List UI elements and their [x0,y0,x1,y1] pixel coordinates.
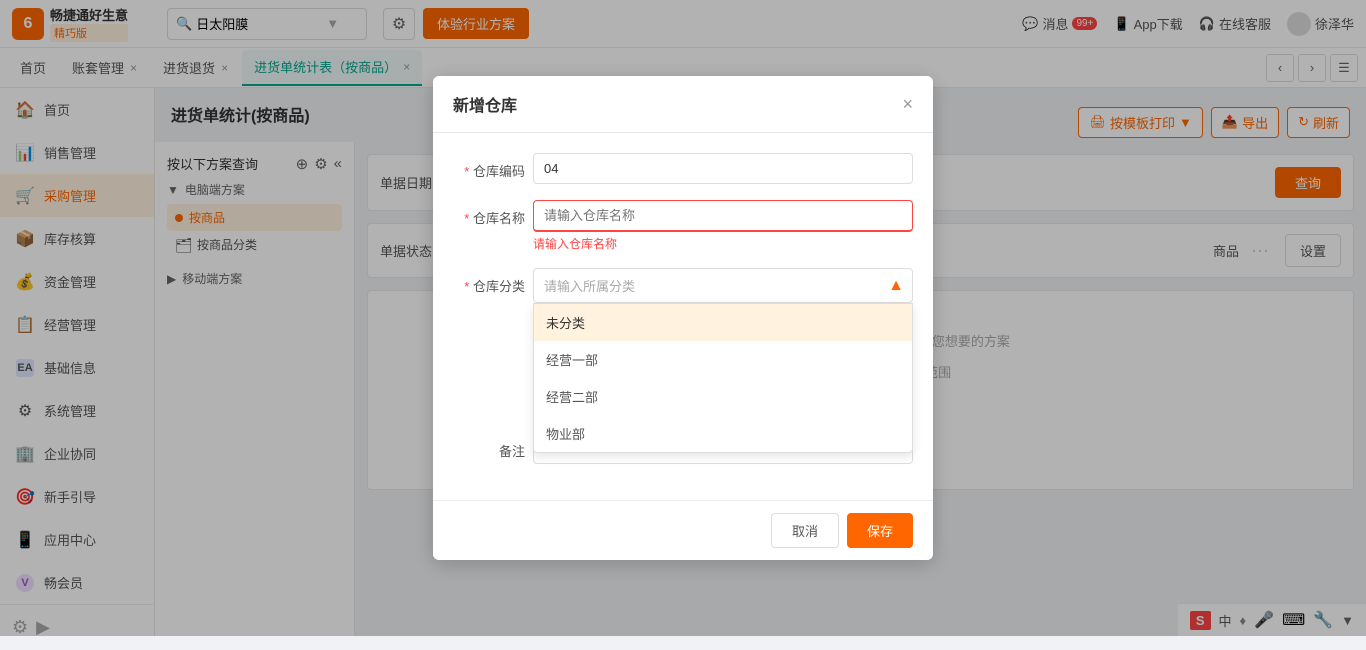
category-select-wrap: 请输入所属分类 ▲ 未分类 经营一部 经营二部 物业部 [533,268,913,303]
dropdown-item-uncategorized[interactable]: 未分类 [534,304,912,341]
name-error-message: 请输入仓库名称 [533,235,913,252]
name-label: * 仓库名称 [453,200,533,227]
code-input[interactable] [533,153,913,184]
cancel-button[interactable]: 取消 [771,513,839,548]
dropdown-item-dept2[interactable]: 经营二部 [534,378,912,415]
name-form-row: * 仓库名称 请输入仓库名称 [453,200,913,252]
modal-title: 新增仓库 [453,92,517,116]
name-input-wrap: 请输入仓库名称 [533,200,913,252]
add-warehouse-modal: 新增仓库 × * 仓库编码 * 仓库名称 请输入仓库名称 [433,76,933,560]
cat-required: * [464,279,469,294]
modal-overlay[interactable]: 新增仓库 × * 仓库编码 * 仓库名称 请输入仓库名称 [0,0,1366,636]
modal-body: * 仓库编码 * 仓库名称 请输入仓库名称 * [433,133,933,500]
category-placeholder: 请输入所属分类 [544,276,635,295]
name-input[interactable] [533,200,913,232]
dropdown-item-dept1[interactable]: 经营一部 [534,341,912,378]
category-label: * 仓库分类 [453,268,533,295]
code-required: * [464,164,469,179]
notes-label: 备注 [453,433,533,460]
name-required: * [464,211,469,226]
category-input[interactable]: 请输入所属分类 ▲ [533,268,913,303]
modal-header: 新增仓库 × [433,76,933,133]
modal-footer: 取消 保存 [433,500,933,560]
dropdown-item-dept3[interactable]: 物业部 [534,415,912,452]
code-label: * 仓库编码 [453,153,533,180]
save-button[interactable]: 保存 [847,513,913,548]
category-arrow-up-icon: ▲ [888,277,904,295]
code-form-row: * 仓库编码 [453,153,913,184]
modal-close-button[interactable]: × [902,94,913,115]
category-form-row: * 仓库分类 请输入所属分类 ▲ 未分类 经营一部 经营二部 物业部 [453,268,913,303]
category-dropdown: 未分类 经营一部 经营二部 物业部 [533,303,913,453]
